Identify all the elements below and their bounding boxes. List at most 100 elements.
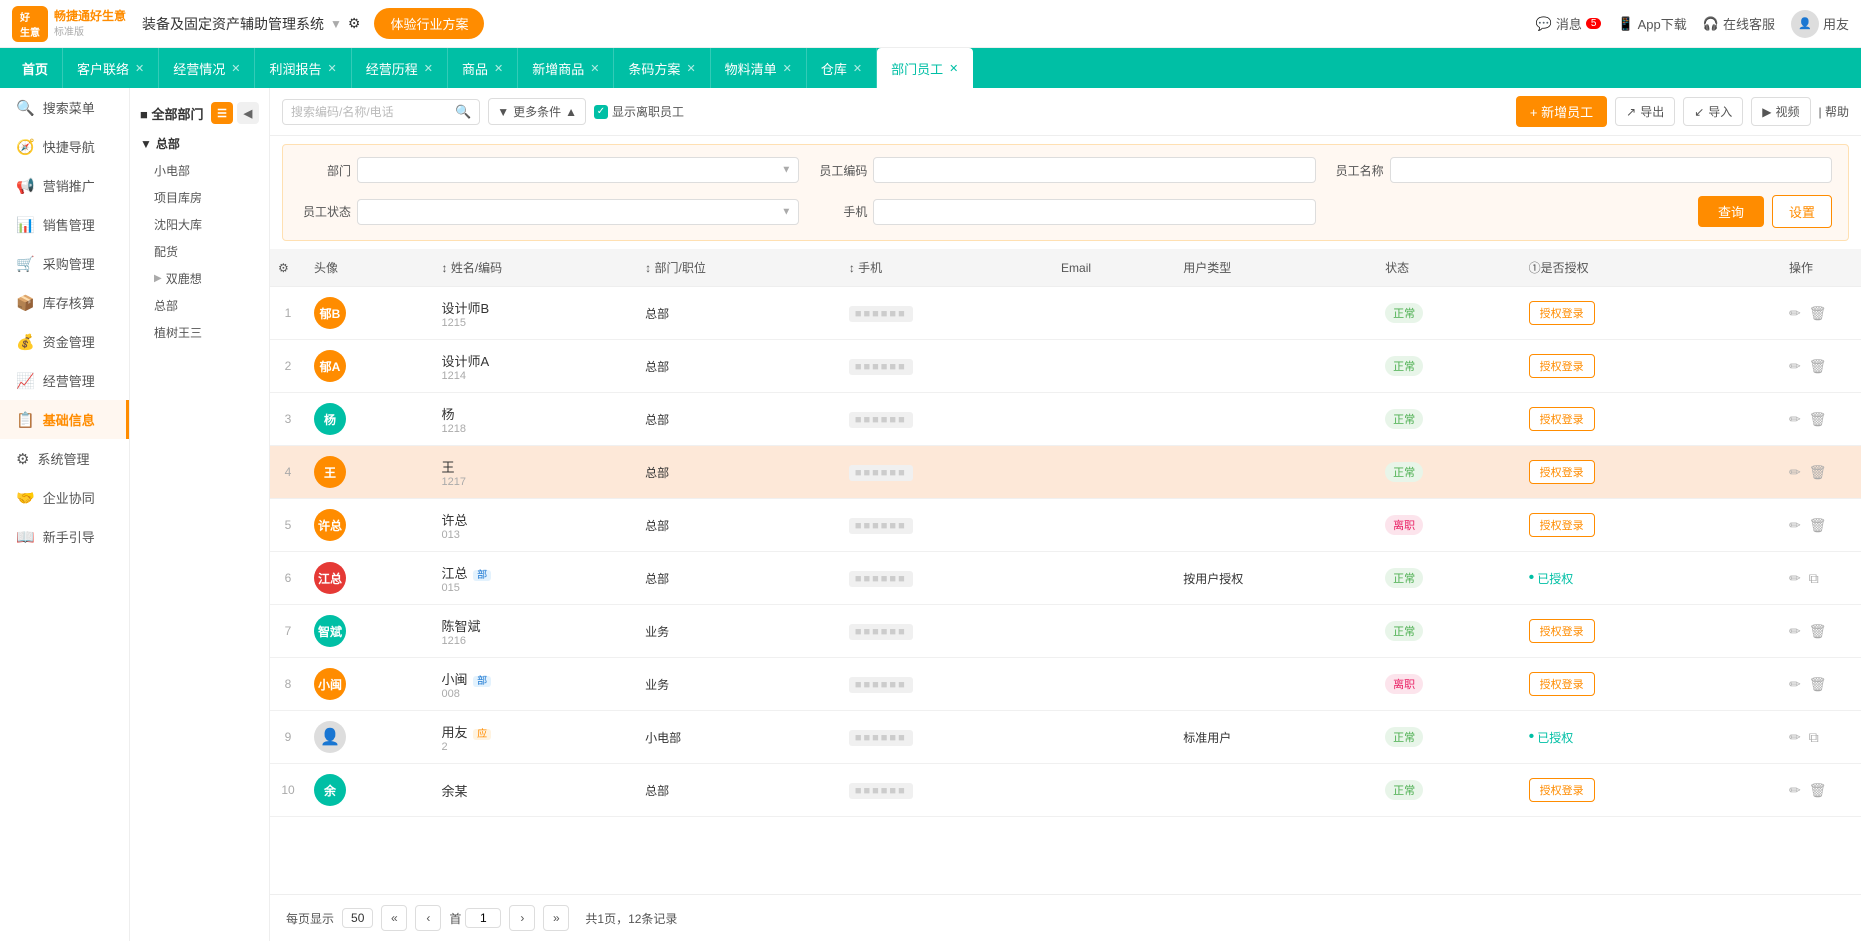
edit-icon-1[interactable]: ✏ bbox=[1789, 305, 1801, 322]
query-button[interactable]: 查询 bbox=[1698, 196, 1764, 227]
gear-icon[interactable]: ⚙ bbox=[348, 15, 361, 32]
auth-btn-8[interactable]: 授权登录 bbox=[1529, 672, 1595, 696]
message-item[interactable]: 💬 消息 5 bbox=[1536, 14, 1602, 33]
dept-item-distribution[interactable]: 配货 bbox=[130, 238, 269, 265]
show-resigned-toggle[interactable]: ✓ 显示离职员工 bbox=[594, 103, 684, 120]
dept-item-shenyang[interactable]: 沈阳大库 bbox=[130, 211, 269, 238]
tab-barcode-close-icon[interactable]: ✕ bbox=[686, 62, 695, 75]
dept-list-icon[interactable]: ☰ bbox=[211, 102, 233, 124]
edit-icon-4[interactable]: ✏ bbox=[1789, 464, 1801, 481]
tab-operation-close-icon[interactable]: ✕ bbox=[231, 62, 240, 75]
sidebar-item-collaboration[interactable]: 🤝 企业协同 bbox=[0, 478, 129, 517]
user-item[interactable]: 👤 用友 bbox=[1791, 10, 1849, 38]
auth-btn-7[interactable]: 授权登录 bbox=[1529, 619, 1595, 643]
view-button[interactable]: ▶ 视频 bbox=[1751, 97, 1810, 126]
col-name[interactable]: ↕ 姓名/编码 bbox=[434, 249, 638, 287]
emp-name-input[interactable] bbox=[1390, 157, 1832, 183]
delete-icon-8[interactable]: 🗑 bbox=[1809, 676, 1827, 693]
delete-icon-10[interactable]: 🗑 bbox=[1809, 782, 1827, 799]
tab-operation[interactable]: 经营情况 ✕ bbox=[159, 48, 255, 88]
tab-warehouse-close-icon[interactable]: ✕ bbox=[853, 62, 862, 75]
phone-input[interactable] bbox=[873, 199, 1315, 225]
search-icon-btn[interactable]: 🔍 bbox=[455, 104, 471, 120]
delete-icon-4[interactable]: 🗑 bbox=[1809, 464, 1827, 481]
dept-select[interactable] bbox=[357, 157, 799, 183]
edit-icon-5[interactable]: ✏ bbox=[1789, 517, 1801, 534]
tab-history[interactable]: 经营历程 ✕ bbox=[352, 48, 448, 88]
export-button[interactable]: ↗ 导出 bbox=[1615, 97, 1675, 126]
tab-barcode[interactable]: 条码方案 ✕ bbox=[614, 48, 710, 88]
tab-goods-close-icon[interactable]: ✕ bbox=[494, 62, 503, 75]
page-input[interactable] bbox=[465, 908, 501, 928]
next-page-button[interactable]: › bbox=[509, 905, 535, 931]
col-dept[interactable]: ↕ 部门/职位 bbox=[637, 249, 841, 287]
tab-new-goods[interactable]: 新增商品 ✕ bbox=[518, 48, 614, 88]
search-input[interactable] bbox=[291, 105, 451, 119]
sidebar-item-guide[interactable]: 📖 新手引导 bbox=[0, 517, 129, 556]
tab-history-close-icon[interactable]: ✕ bbox=[424, 62, 433, 75]
set-button[interactable]: 设置 bbox=[1772, 195, 1832, 228]
delete-icon-7[interactable]: 🗑 bbox=[1809, 623, 1827, 640]
sidebar-item-inventory[interactable]: 📦 库存核算 bbox=[0, 283, 129, 322]
import-button[interactable]: ↙ 导入 bbox=[1683, 97, 1743, 126]
edit-icon-2[interactable]: ✏ bbox=[1789, 358, 1801, 375]
tab-profit-close-icon[interactable]: ✕ bbox=[328, 62, 337, 75]
trial-button[interactable]: 体验行业方案 bbox=[374, 8, 484, 39]
sidebar-item-sales[interactable]: 📊 销售管理 bbox=[0, 205, 129, 244]
delete-icon-5[interactable]: 🗑 bbox=[1809, 517, 1827, 534]
copy-icon-9[interactable]: ⧉ bbox=[1809, 729, 1819, 746]
dept-item-zongbu[interactable]: 总部 bbox=[130, 292, 269, 319]
tab-customer-close-icon[interactable]: ✕ bbox=[135, 62, 144, 75]
tab-bom-close-icon[interactable]: ✕ bbox=[783, 62, 792, 75]
sidebar-item-basic-info[interactable]: 📋 基础信息 bbox=[0, 400, 129, 439]
delete-icon-1[interactable]: 🗑 bbox=[1809, 305, 1827, 322]
sidebar-item-search[interactable]: 🔍 搜索菜单 bbox=[0, 88, 129, 127]
online-service-item[interactable]: 🎧 在线客服 bbox=[1703, 14, 1775, 33]
help-text[interactable]: | 帮助 bbox=[1819, 103, 1849, 120]
auth-btn-10[interactable]: 授权登录 bbox=[1529, 778, 1595, 802]
dept-item-planting[interactable]: 植树王三 bbox=[130, 319, 269, 346]
edit-icon-8[interactable]: ✏ bbox=[1789, 676, 1801, 693]
filter-more-btn[interactable]: ▼ 更多条件 ▲ bbox=[488, 98, 586, 125]
tab-goods[interactable]: 商品 ✕ bbox=[448, 48, 518, 88]
sidebar-item-marketing[interactable]: 📢 营销推广 bbox=[0, 166, 129, 205]
edit-icon-9[interactable]: ✏ bbox=[1789, 729, 1801, 746]
sidebar-item-finance[interactable]: 💰 资金管理 bbox=[0, 322, 129, 361]
tab-bom[interactable]: 物料清单 ✕ bbox=[711, 48, 807, 88]
auth-btn-2[interactable]: 授权登录 bbox=[1529, 354, 1595, 378]
app-download-item[interactable]: 📱 App下载 bbox=[1617, 14, 1686, 33]
col-settings[interactable]: ⚙ bbox=[270, 249, 306, 287]
add-employee-button[interactable]: + 新增员工 bbox=[1516, 96, 1607, 127]
col-phone[interactable]: ↕ 手机 bbox=[841, 249, 1053, 287]
dept-item-shuanglu[interactable]: ▶ 双鹿想 bbox=[130, 265, 269, 292]
auth-btn-4[interactable]: 授权登录 bbox=[1529, 460, 1595, 484]
dept-collapse-icon[interactable]: ◀ bbox=[237, 102, 259, 124]
delete-icon-3[interactable]: 🗑 bbox=[1809, 411, 1827, 428]
auth-btn-3[interactable]: 授权登录 bbox=[1529, 407, 1595, 431]
dept-item-root[interactable]: ▼ 总部 bbox=[130, 130, 269, 157]
tab-profit[interactable]: 利润报告 ✕ bbox=[255, 48, 351, 88]
edit-icon-3[interactable]: ✏ bbox=[1789, 411, 1801, 428]
sidebar-item-purchase[interactable]: 🛒 采购管理 bbox=[0, 244, 129, 283]
edit-icon-6[interactable]: ✏ bbox=[1789, 570, 1801, 587]
emp-status-select[interactable] bbox=[357, 199, 799, 225]
tab-customer[interactable]: 客户联络 ✕ bbox=[63, 48, 159, 88]
prev-page-button[interactable]: ‹ bbox=[415, 905, 441, 931]
sidebar-item-nav[interactable]: 🧭 快捷导航 bbox=[0, 127, 129, 166]
page-size-value[interactable]: 50 bbox=[342, 908, 373, 928]
dept-item-xiaodian[interactable]: 小电部 bbox=[130, 157, 269, 184]
tab-new-goods-close-icon[interactable]: ✕ bbox=[590, 62, 599, 75]
tab-warehouse[interactable]: 仓库 ✕ bbox=[807, 48, 877, 88]
first-page-button[interactable]: « bbox=[381, 905, 407, 931]
emp-code-input[interactable] bbox=[873, 157, 1315, 183]
dept-item-project[interactable]: 项目库房 bbox=[130, 184, 269, 211]
auth-btn-5[interactable]: 授权登录 bbox=[1529, 513, 1595, 537]
sidebar-item-operation-mgmt[interactable]: 📈 经营管理 bbox=[0, 361, 129, 400]
edit-icon-10[interactable]: ✏ bbox=[1789, 782, 1801, 799]
delete-icon-2[interactable]: 🗑 bbox=[1809, 358, 1827, 375]
show-resigned-checkbox[interactable]: ✓ bbox=[594, 105, 608, 119]
tab-home[interactable]: 首页 bbox=[8, 48, 63, 88]
tab-department-close-icon[interactable]: ✕ bbox=[949, 62, 958, 75]
auth-btn-1[interactable]: 授权登录 bbox=[1529, 301, 1595, 325]
tab-department[interactable]: 部门员工 ✕ bbox=[877, 48, 973, 88]
